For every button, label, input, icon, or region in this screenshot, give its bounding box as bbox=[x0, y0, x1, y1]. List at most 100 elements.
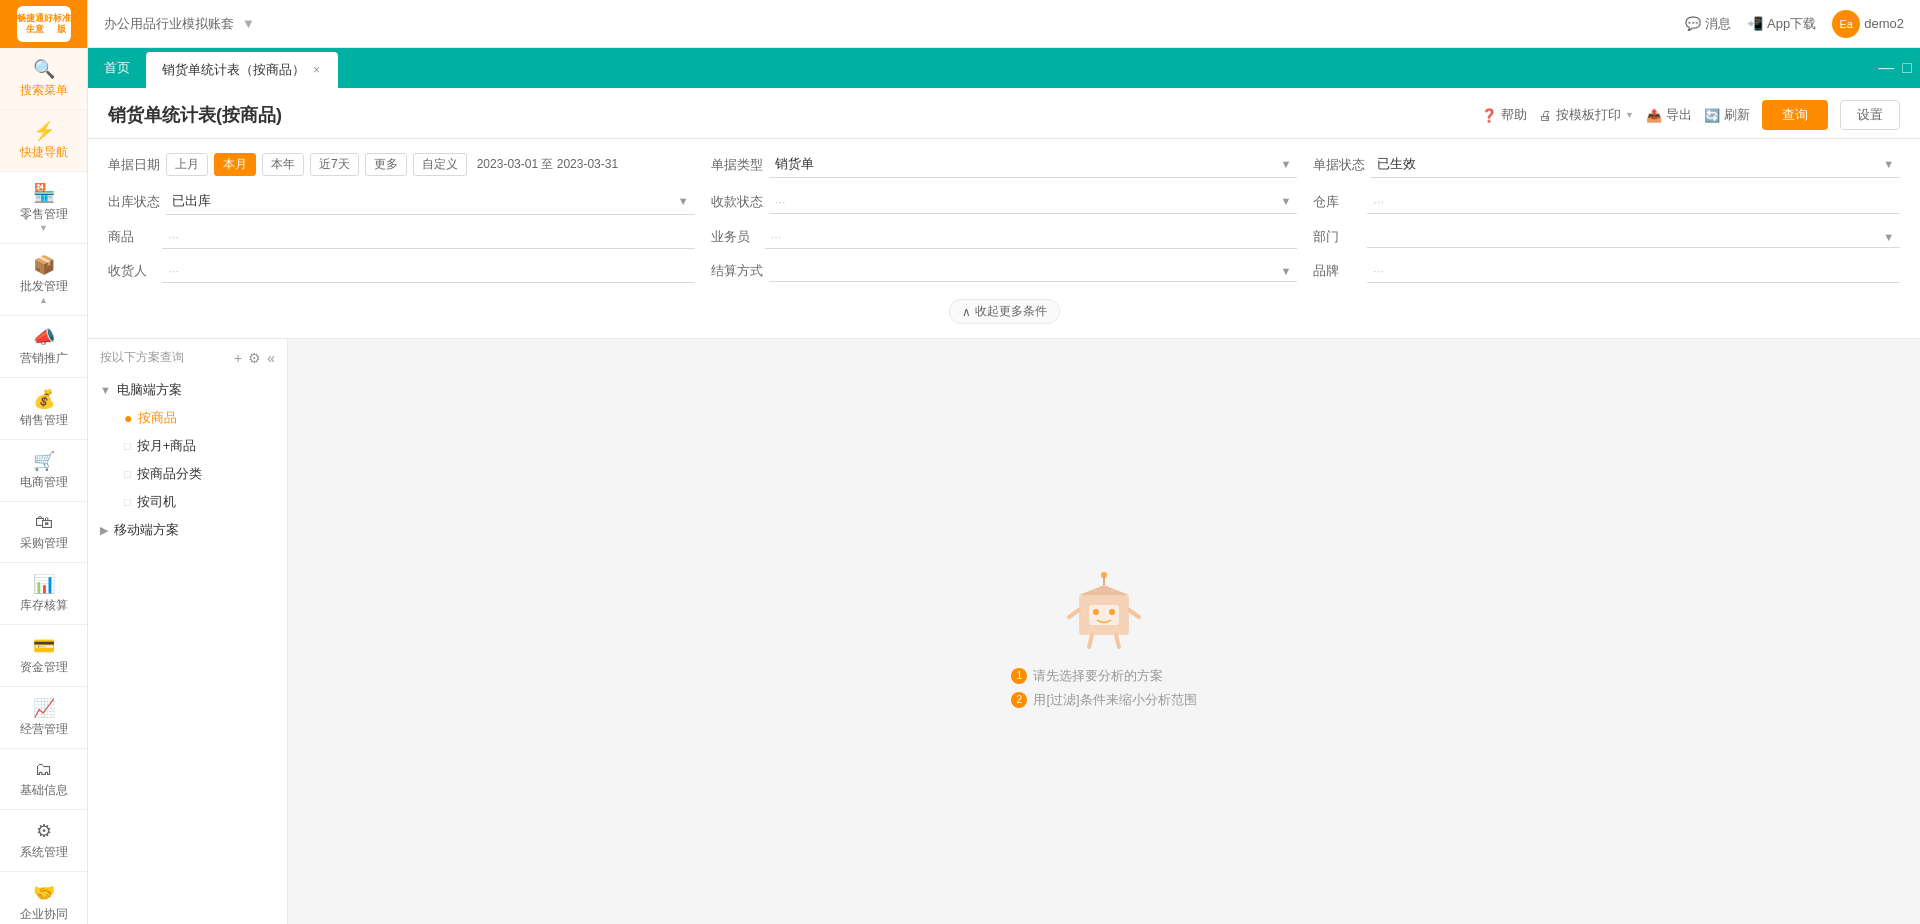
tree-child-by-goods[interactable]: ● 按商品 bbox=[112, 404, 287, 432]
svg-line-10 bbox=[1116, 635, 1119, 647]
app-download-btn[interactable]: 📲 App下载 bbox=[1747, 15, 1816, 33]
filter-date: 单据日期 上月 本月 本年 近7天 更多 自定义 2023-03-01 至 20… bbox=[108, 153, 695, 176]
sidebar-item-finance[interactable]: 💳 资金管理 bbox=[0, 625, 87, 687]
goods-label: 商品 bbox=[108, 228, 156, 246]
filter-doc-status: 单据状态 已生效 ▼ bbox=[1313, 151, 1900, 178]
sidebar-item-operation[interactable]: 📈 经营管理 bbox=[0, 687, 87, 749]
date-prev-month-btn[interactable]: 上月 bbox=[166, 153, 208, 176]
tab-home[interactable]: 首页 bbox=[88, 48, 146, 88]
goods-dots: ··· bbox=[168, 229, 179, 244]
nav-icon: ⚡ bbox=[33, 120, 55, 142]
doc-type-label: 单据类型 bbox=[711, 156, 763, 174]
filter-row-3: 商品 ··· 业务员 ··· 部门 ▼ bbox=[108, 225, 1900, 249]
filter-brand: 品牌 ··· bbox=[1313, 259, 1900, 283]
retail-arrow: ▼ bbox=[39, 223, 48, 233]
filter-department: 部门 ▼ bbox=[1313, 227, 1900, 248]
tip-num-1: 1 bbox=[1011, 668, 1027, 684]
sidebar-marketing-label: 营销推广 bbox=[20, 350, 68, 367]
export-btn[interactable]: 📤 导出 bbox=[1646, 106, 1692, 124]
filter-row-4: 收货人 ··· 结算方式 ▼ 品牌 ··· bbox=[108, 259, 1900, 283]
settings-scheme-btn[interactable]: ⚙ bbox=[248, 350, 261, 366]
receiver-select[interactable]: ··· bbox=[162, 259, 695, 283]
date-cur-year-btn[interactable]: 本年 bbox=[262, 153, 304, 176]
recv-status-select[interactable]: ··· ▼ bbox=[769, 190, 1298, 214]
tab-active[interactable]: 销货单统计表（按商品） × bbox=[146, 52, 338, 88]
filter-settlement: 结算方式 ▼ bbox=[711, 261, 1298, 282]
sidebar-item-ecom[interactable]: 🛒 电商管理 bbox=[0, 440, 87, 502]
settings-button[interactable]: 设置 bbox=[1840, 100, 1900, 130]
category-icon: □ bbox=[124, 468, 131, 480]
user-info[interactable]: Ea demo2 bbox=[1832, 10, 1904, 38]
department-select[interactable]: ▼ bbox=[1367, 227, 1900, 248]
sidebar-item-retail[interactable]: 🏪 零售管理 ▼ bbox=[0, 172, 87, 244]
tree-node-desktop[interactable]: ▼ 电脑端方案 bbox=[88, 376, 287, 404]
date-recent7-btn[interactable]: 近7天 bbox=[310, 153, 359, 176]
tree-child-by-category[interactable]: □ 按商品分类 bbox=[112, 460, 287, 488]
tree-node-mobile[interactable]: ▶ 移动端方案 bbox=[88, 516, 287, 544]
sidebar: 畅捷通好生意 标准版 🔍 搜索菜单 ⚡ 快捷导航 🏪 零售管理 ▼ 📦 批发管理… bbox=[0, 0, 88, 924]
recv-status-dots: ··· bbox=[775, 194, 786, 209]
settlement-select[interactable]: ▼ bbox=[769, 261, 1298, 282]
doc-status-select[interactable]: 已生效 ▼ bbox=[1371, 151, 1900, 178]
driver-icon: □ bbox=[124, 496, 131, 508]
sidebar-item-search[interactable]: 🔍 搜索菜单 bbox=[0, 48, 87, 110]
date-cur-month-btn[interactable]: 本月 bbox=[214, 153, 256, 176]
doc-status-dropdown-icon: ▼ bbox=[1883, 158, 1894, 170]
filter-recv-status: 收款状态 ··· ▼ bbox=[711, 190, 1298, 214]
out-status-select[interactable]: 已出库 ▼ bbox=[166, 188, 695, 215]
workspace-dropdown-icon[interactable]: ▼ bbox=[242, 16, 255, 31]
print-btn[interactable]: 🖨 按模板打印 ▼ bbox=[1539, 106, 1634, 124]
left-panel-title: 按以下方案查询 bbox=[100, 349, 184, 366]
sidebar-item-wholesale[interactable]: 📦 批发管理 ▲ bbox=[0, 244, 87, 316]
tab-close-btn[interactable]: × bbox=[311, 63, 322, 77]
workspace-info: 办公用品行业模拟账套 ▼ bbox=[104, 15, 255, 33]
search-icon: 🔍 bbox=[33, 58, 55, 80]
date-filter: 上月 本月 本年 近7天 更多 自定义 2023-03-01 至 2023-03… bbox=[166, 153, 618, 176]
svg-line-7 bbox=[1069, 610, 1079, 617]
page-title: 销货单统计表(按商品) bbox=[108, 103, 282, 127]
collapse-panel-btn[interactable]: « bbox=[267, 350, 275, 366]
warehouse-select[interactable]: ··· bbox=[1367, 190, 1900, 214]
tab-maximize-btn[interactable]: □ bbox=[1902, 59, 1912, 77]
refresh-btn[interactable]: 🔄 刷新 bbox=[1704, 106, 1750, 124]
refresh-icon: 🔄 bbox=[1704, 108, 1720, 123]
tree-child-by-driver-label: 按司机 bbox=[137, 493, 176, 511]
sidebar-item-enterprise[interactable]: 🤝 企业协同 bbox=[0, 872, 87, 924]
tab-minimize-btn[interactable]: — bbox=[1878, 59, 1894, 77]
tree-section: ▼ 电脑端方案 ● 按商品 □ 按月+商品 □ bbox=[88, 372, 287, 548]
inventory-icon: 📊 bbox=[33, 573, 55, 595]
sidebar-wholesale-label: 批发管理 bbox=[20, 278, 68, 295]
salesperson-label: 业务员 bbox=[711, 228, 759, 246]
doc-status-label: 单据状态 bbox=[1313, 156, 1365, 174]
sidebar-item-marketing[interactable]: 📣 营销推广 bbox=[0, 316, 87, 378]
doc-type-select[interactable]: 销货单 ▼ bbox=[769, 151, 1298, 178]
date-more-btn[interactable]: 更多 bbox=[365, 153, 407, 176]
goods-select[interactable]: ··· bbox=[162, 225, 695, 249]
filter-area: 单据日期 上月 本月 本年 近7天 更多 自定义 2023-03-01 至 20… bbox=[88, 139, 1920, 339]
sidebar-item-sales[interactable]: 💰 销售管理 bbox=[0, 378, 87, 440]
sidebar-item-basic[interactable]: 🗂 基础信息 bbox=[0, 749, 87, 810]
sidebar-item-quicknav[interactable]: ⚡ 快捷导航 bbox=[0, 110, 87, 172]
empty-tip-2: 2 用[过滤]条件来缩小分析范围 bbox=[1011, 691, 1196, 709]
sidebar-finance-label: 资金管理 bbox=[20, 659, 68, 676]
salesperson-select[interactable]: ··· bbox=[765, 225, 1298, 249]
add-scheme-btn[interactable]: + bbox=[234, 350, 242, 366]
sidebar-item-inventory[interactable]: 📊 库存核算 bbox=[0, 563, 87, 625]
sidebar-item-system[interactable]: ⚙ 系统管理 bbox=[0, 810, 87, 872]
tip-text-2: 用[过滤]条件来缩小分析范围 bbox=[1033, 691, 1196, 709]
date-custom-btn[interactable]: 自定义 bbox=[413, 153, 467, 176]
sidebar-item-purchase[interactable]: 🛍 采购管理 bbox=[0, 502, 87, 563]
home-label: 首页 bbox=[104, 59, 130, 77]
collapse-arrow: ∧ bbox=[962, 305, 971, 319]
brand-select[interactable]: ··· bbox=[1367, 259, 1900, 283]
tree-child-by-month-goods[interactable]: □ 按月+商品 bbox=[112, 432, 287, 460]
out-status-label: 出库状态 bbox=[108, 193, 160, 211]
message-btn[interactable]: 💬 消息 bbox=[1685, 15, 1731, 33]
active-scheme-icon: ● bbox=[124, 410, 132, 426]
tree-child-by-driver[interactable]: □ 按司机 bbox=[112, 488, 287, 516]
settlement-dropdown-icon: ▼ bbox=[1280, 265, 1291, 277]
collapse-btn[interactable]: ∧ 收起更多条件 bbox=[949, 299, 1060, 324]
help-btn[interactable]: ❓ 帮助 bbox=[1481, 106, 1527, 124]
query-button[interactable]: 查询 bbox=[1762, 100, 1828, 130]
tree-child-by-category-label: 按商品分类 bbox=[137, 465, 202, 483]
